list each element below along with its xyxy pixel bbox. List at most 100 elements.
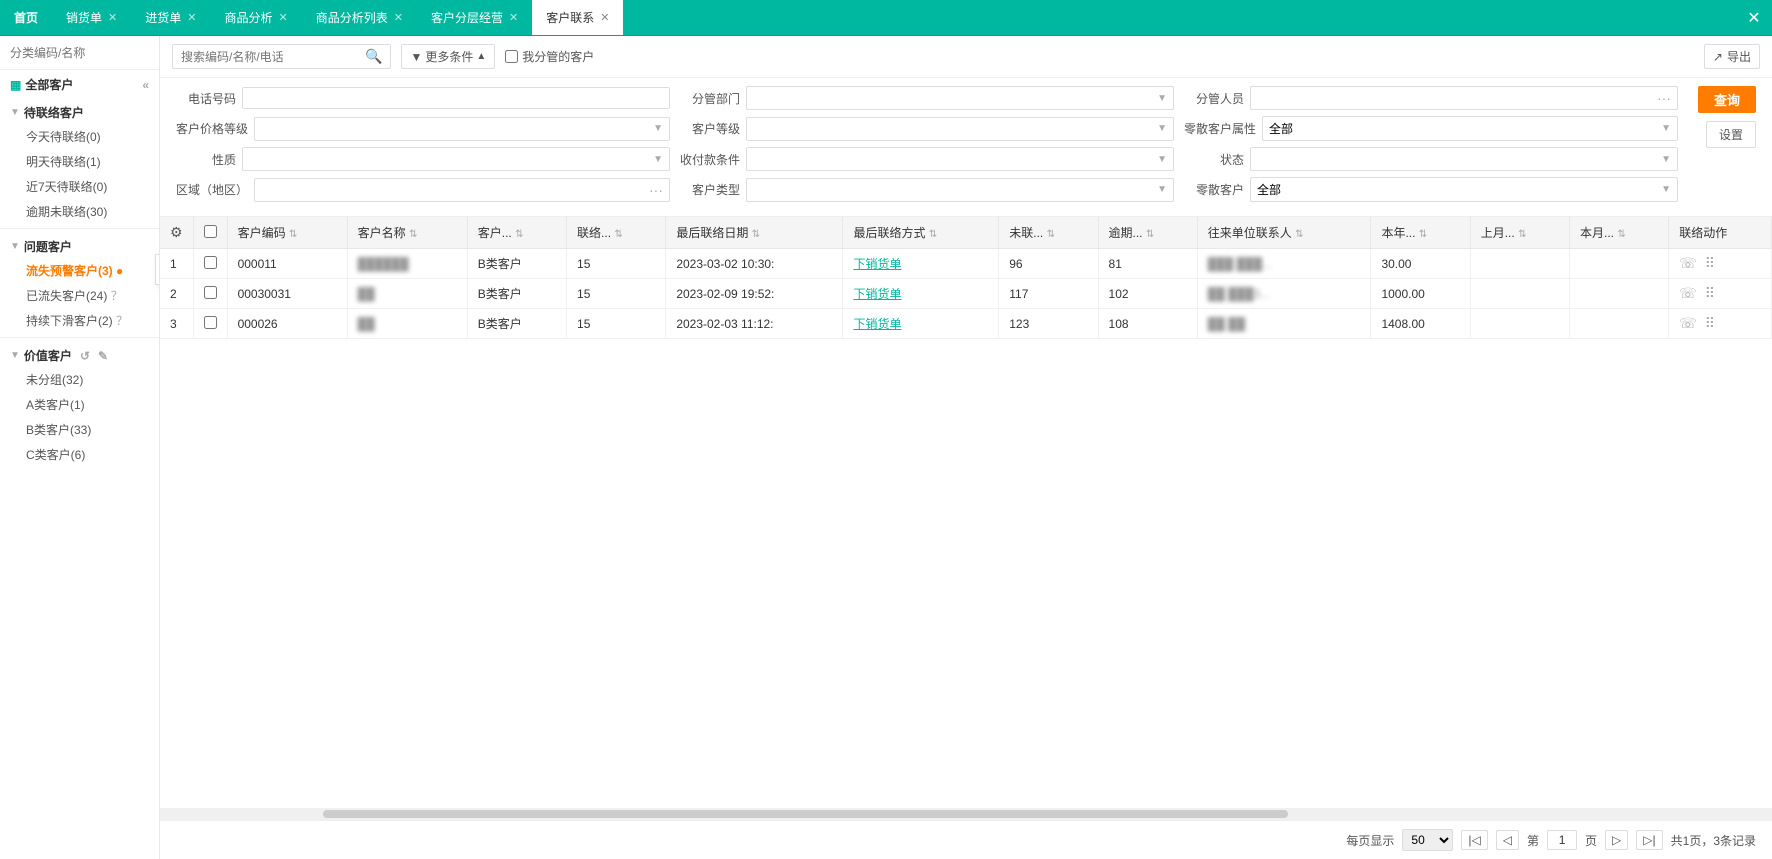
- sidebar-item-ungrouped[interactable]: 未分组(32): [0, 367, 159, 392]
- col-last-date-sort[interactable]: ⇅: [752, 229, 760, 240]
- col-this-month-sort[interactable]: ⇅: [1617, 229, 1625, 240]
- filter-row-4: 区域（地区） ··· 客户类型 ▼: [176, 177, 1688, 202]
- tab-customer-contact-close[interactable]: ✕: [600, 11, 609, 24]
- row1-checkbox-cell: [193, 249, 227, 279]
- col-last-month-sort[interactable]: ⇅: [1518, 229, 1526, 240]
- tab-goods-analysis-close[interactable]: ✕: [279, 11, 288, 24]
- sidebar-item-today[interactable]: 今天待联络(0): [0, 124, 159, 149]
- status-select[interactable]: ▼: [1250, 147, 1678, 171]
- zero2-select[interactable]: 全部 ▼: [1250, 177, 1678, 202]
- col-last-method-sort[interactable]: ⇅: [929, 229, 937, 240]
- manager-select[interactable]: ···: [1250, 86, 1678, 110]
- next-page-btn[interactable]: ▷: [1605, 830, 1628, 850]
- region-select[interactable]: ···: [254, 178, 670, 202]
- tab-customer-tier[interactable]: 客户分层经营 ✕: [417, 0, 532, 35]
- filter-cell-cust-level: 客户等级 ▼: [680, 117, 1184, 141]
- row1-method-link[interactable]: 下销货单: [853, 257, 901, 271]
- row3-action-contact-icon[interactable]: ☏: [1679, 315, 1697, 332]
- col-unit-contact-sort[interactable]: ⇅: [1295, 229, 1303, 240]
- col-name-sort[interactable]: ⇅: [409, 229, 417, 240]
- dept-label: 分管部门: [680, 90, 740, 107]
- search-input[interactable]: [181, 50, 361, 64]
- row2-action-contact-icon[interactable]: ☏: [1679, 285, 1697, 302]
- price-level-select[interactable]: ▼: [254, 117, 670, 141]
- row1-type: B类客户: [467, 249, 566, 279]
- row2-method-link[interactable]: 下销货单: [853, 287, 901, 301]
- row3-action-more-icon[interactable]: ⠿: [1705, 315, 1715, 332]
- sidebar-item-class-a[interactable]: A类客户(1): [0, 392, 159, 417]
- tab-sales-close[interactable]: ✕: [108, 11, 117, 24]
- row3-method-link[interactable]: 下销货单: [853, 317, 901, 331]
- select-all-checkbox[interactable]: [204, 225, 217, 238]
- sidebar-item-class-c[interactable]: C类客户(6): [0, 442, 159, 467]
- zero-attr-value: 全部: [1269, 120, 1293, 137]
- table-settings-icon[interactable]: ⚙: [170, 224, 183, 240]
- tab-home[interactable]: 首页: [0, 0, 52, 35]
- export-icon: ↗: [1713, 50, 1723, 64]
- gender-select[interactable]: ▼: [242, 147, 670, 171]
- prev-page-btn[interactable]: ◁: [1496, 830, 1519, 850]
- export-btn[interactable]: ↗ 导出: [1704, 44, 1760, 69]
- settings-button[interactable]: 设置: [1706, 121, 1756, 148]
- sidebar-item-7days[interactable]: 近7天待联络(0): [0, 174, 159, 199]
- scrollbar-thumb[interactable]: [323, 810, 1288, 818]
- col-overdue-sort[interactable]: ⇅: [1146, 229, 1154, 240]
- tab-goods-analysis[interactable]: 商品分析 ✕: [210, 0, 301, 35]
- col-code-sort[interactable]: ⇅: [289, 229, 297, 240]
- row1-action-contact-icon[interactable]: ☏: [1679, 255, 1697, 272]
- region-dots-icon[interactable]: ···: [649, 182, 663, 198]
- content-area: 🔍 ▼ 更多条件 ▲ 我分管的客户 ↗ 导出: [160, 36, 1772, 859]
- tab-customer-contact[interactable]: 客户联系 ✕: [532, 0, 623, 35]
- tab-purchase[interactable]: 进货单 ✕: [131, 0, 210, 35]
- edit-icon[interactable]: ✎: [98, 349, 108, 363]
- churn-warning-label: 流失预警客户(3): [26, 264, 113, 278]
- col-no-contact-sort[interactable]: ⇅: [1047, 229, 1055, 240]
- sidebar-item-class-b[interactable]: B类客户(33): [0, 417, 159, 442]
- search-submit-icon[interactable]: 🔍: [365, 48, 382, 65]
- sidebar-section-value[interactable]: ▼ 价值客户 ↺ ✎: [0, 342, 159, 367]
- tab-goods-analysis-list-close[interactable]: ✕: [394, 11, 403, 24]
- sidebar-item-declining[interactable]: 持续下滑客户(2) ？: [0, 308, 159, 333]
- tab-customer-tier-close[interactable]: ✕: [509, 11, 518, 24]
- horizontal-scrollbar[interactable]: [160, 808, 1772, 820]
- row1-checkbox[interactable]: [204, 256, 217, 269]
- tab-purchase-close[interactable]: ✕: [187, 11, 196, 24]
- row2-action-more-icon[interactable]: ⠿: [1705, 285, 1715, 302]
- row3-actions: ☏ ⠿: [1669, 309, 1772, 339]
- tab-sales[interactable]: 销货单 ✕: [52, 0, 131, 35]
- sidebar-item-tomorrow[interactable]: 明天待联络(1): [0, 149, 159, 174]
- zero-attr-select[interactable]: 全部 ▼: [1262, 116, 1678, 141]
- col-type-sort[interactable]: ⇅: [515, 229, 523, 240]
- sidebar-all-customers[interactable]: ▦ 全部客户 «: [0, 70, 159, 99]
- collapse-icon[interactable]: «: [142, 78, 149, 92]
- refresh-icon[interactable]: ↺: [80, 349, 90, 363]
- dept-select[interactable]: ▼: [746, 86, 1174, 110]
- sidebar-item-churned[interactable]: 已流失客户(24) ？: [0, 283, 159, 308]
- tab-goods-analysis-list[interactable]: 商品分析列表 ✕: [302, 0, 417, 35]
- col-contact-sort[interactable]: ⇅: [614, 229, 622, 240]
- first-page-btn[interactable]: |◁: [1461, 830, 1487, 850]
- cust-level-select[interactable]: ▼: [746, 117, 1174, 141]
- sidebar-item-overdue[interactable]: 逾期未联络(30): [0, 199, 159, 224]
- col-last-method: 最后联络方式 ⇅: [843, 217, 999, 249]
- query-button[interactable]: 查询: [1698, 86, 1756, 113]
- col-this-year-sort[interactable]: ⇅: [1419, 229, 1427, 240]
- manager-dots-icon[interactable]: ···: [1657, 90, 1671, 106]
- phone-input[interactable]: [242, 87, 670, 109]
- row1-last-method: 下销货单: [843, 249, 999, 279]
- row3-checkbox[interactable]: [204, 316, 217, 329]
- more-conditions-btn[interactable]: ▼ 更多条件 ▲: [401, 44, 495, 69]
- my-customers-checkbox[interactable]: [505, 50, 518, 63]
- per-page-select[interactable]: 50 100 200: [1402, 829, 1453, 851]
- payment-select[interactable]: ▼: [746, 147, 1174, 171]
- sidebar-item-churn-warning[interactable]: 流失预警客户(3) ●: [0, 258, 159, 283]
- cust-type-select[interactable]: ▼: [746, 178, 1174, 202]
- sidebar-section-pending[interactable]: ▼ 待联络客户: [0, 99, 159, 124]
- row1-action-more-icon[interactable]: ⠿: [1705, 255, 1715, 272]
- sidebar-search-input[interactable]: [10, 46, 160, 60]
- sidebar-section-problem[interactable]: ▼ 问题客户: [0, 233, 159, 258]
- window-close-button[interactable]: ✕: [1736, 0, 1772, 36]
- last-page-btn[interactable]: ▷|: [1636, 830, 1662, 850]
- row2-checkbox[interactable]: [204, 286, 217, 299]
- my-customers-checkbox-wrap[interactable]: 我分管的客户: [505, 48, 594, 65]
